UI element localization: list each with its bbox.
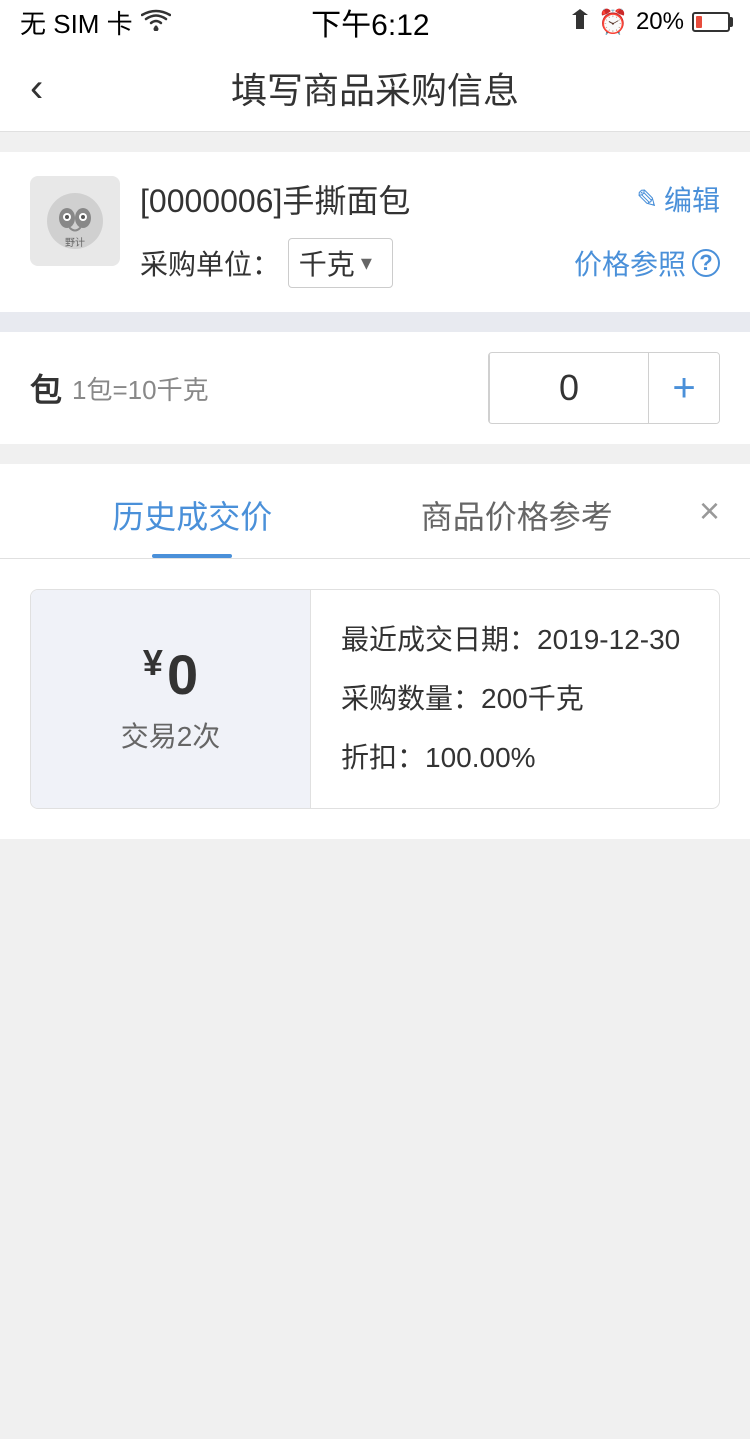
product-header: 野计 [0000006]手撕面包 ✎ 编辑 采购单位： 千克 ▾ <box>30 176 720 288</box>
product-section: 野计 [0000006]手撕面包 ✎ 编辑 采购单位： 千克 ▾ <box>0 152 750 312</box>
edit-label: 编辑 <box>664 179 720 219</box>
price-date-row: 最近成交日期：2019-12-30 <box>341 620 689 659</box>
unit-label: 采购单位： 千克 ▾ <box>140 238 393 288</box>
carrier-text: 无 SIM 卡 <box>20 4 133 41</box>
date-value: 2019-12-30 <box>537 624 680 655</box>
wifi-icon <box>141 7 171 38</box>
product-name: [0000006]手撕面包 <box>140 176 410 222</box>
location-icon <box>570 7 590 38</box>
date-label: 最近成交日期： <box>341 624 537 655</box>
status-time: 下午6:12 <box>311 0 429 44</box>
quantity-section: 包 1包=10千克 0 + <box>0 332 750 444</box>
svg-text:野计: 野计 <box>65 236 85 249</box>
product-name-row: [0000006]手撕面包 ✎ 编辑 <box>140 176 720 222</box>
price-ref-label: 价格参照 <box>574 243 686 283</box>
price-quantity-row: 采购数量：200千克 <box>341 679 689 718</box>
status-left: 无 SIM 卡 <box>20 4 171 41</box>
unit-select-button[interactable]: 千克 ▾ <box>288 238 393 288</box>
unit-value: 千克 <box>299 243 355 283</box>
discount-label: 折扣： <box>341 742 425 773</box>
status-right: ⏰ 20% <box>570 7 730 38</box>
tab-history-price[interactable]: 历史成交价 <box>30 464 354 558</box>
tab-product-price-ref[interactable]: 商品价格参考 <box>354 464 678 558</box>
tabs-header: 历史成交价 商品价格参考 × <box>0 464 750 559</box>
section-divider <box>0 312 750 332</box>
help-icon: ? <box>692 249 720 277</box>
nav-bar: ‹ 填写商品采购信息 <box>0 44 750 132</box>
quantity-unit-badge: 包 <box>30 365 62 411</box>
price-value: 0 <box>167 643 198 706</box>
tab-close-button[interactable]: × <box>679 470 720 552</box>
page-title: 填写商品采购信息 <box>231 62 519 114</box>
content-area <box>0 839 750 1439</box>
dropdown-arrow-icon: ▾ <box>361 250 372 276</box>
quantity-plus-button[interactable]: + <box>649 353 719 423</box>
edit-link[interactable]: ✎ 编辑 <box>636 179 720 219</box>
quantity-conversion: 1包=10千克 <box>72 370 209 407</box>
alarm-icon: ⏰ <box>598 8 628 37</box>
history-price-card: ¥0 交易2次 最近成交日期：2019-12-30 采购数量：200千克 折扣：… <box>30 589 720 809</box>
discount-value: 100.00% <box>425 742 536 773</box>
edit-icon: ✎ <box>636 184 658 215</box>
status-bar: 无 SIM 卡 下午6:12 ⏰ 20% <box>0 0 750 44</box>
price-discount-row: 折扣：100.00% <box>341 738 689 777</box>
product-title: 手撕面包 <box>282 183 410 219</box>
battery-percent: 20% <box>636 8 684 36</box>
quantity-label: 包 1包=10千克 <box>30 365 209 411</box>
price-main-value: ¥0 <box>143 642 198 707</box>
price-card-left: ¥0 交易2次 <box>31 590 311 808</box>
product-thumbnail: 野计 <box>30 176 120 266</box>
product-id: [0000006] <box>140 183 282 219</box>
price-ref-link[interactable]: 价格参照 ? <box>574 243 720 283</box>
battery-icon <box>692 12 730 32</box>
tab-content: ¥0 交易2次 最近成交日期：2019-12-30 采购数量：200千克 折扣：… <box>0 559 750 839</box>
quantity-controls: 0 + <box>488 352 720 424</box>
tabs-container: 历史成交价 商品价格参考 × ¥0 交易2次 最近成交日期：2019-12-30… <box>0 464 750 839</box>
quantity-label-text: 采购数量： <box>341 683 481 714</box>
price-times-label: 交易2次 <box>121 715 221 755</box>
quantity-value-display[interactable]: 0 <box>489 353 649 423</box>
product-info: [0000006]手撕面包 ✎ 编辑 采购单位： 千克 ▾ 价格参照 ? <box>140 176 720 288</box>
product-unit-row: 采购单位： 千克 ▾ 价格参照 ? <box>140 238 720 288</box>
currency-symbol: ¥ <box>143 642 163 683</box>
back-button[interactable]: ‹ <box>30 68 43 108</box>
quantity-value-text: 200千克 <box>481 683 584 714</box>
price-card-right: 最近成交日期：2019-12-30 采购数量：200千克 折扣：100.00% <box>311 590 719 808</box>
